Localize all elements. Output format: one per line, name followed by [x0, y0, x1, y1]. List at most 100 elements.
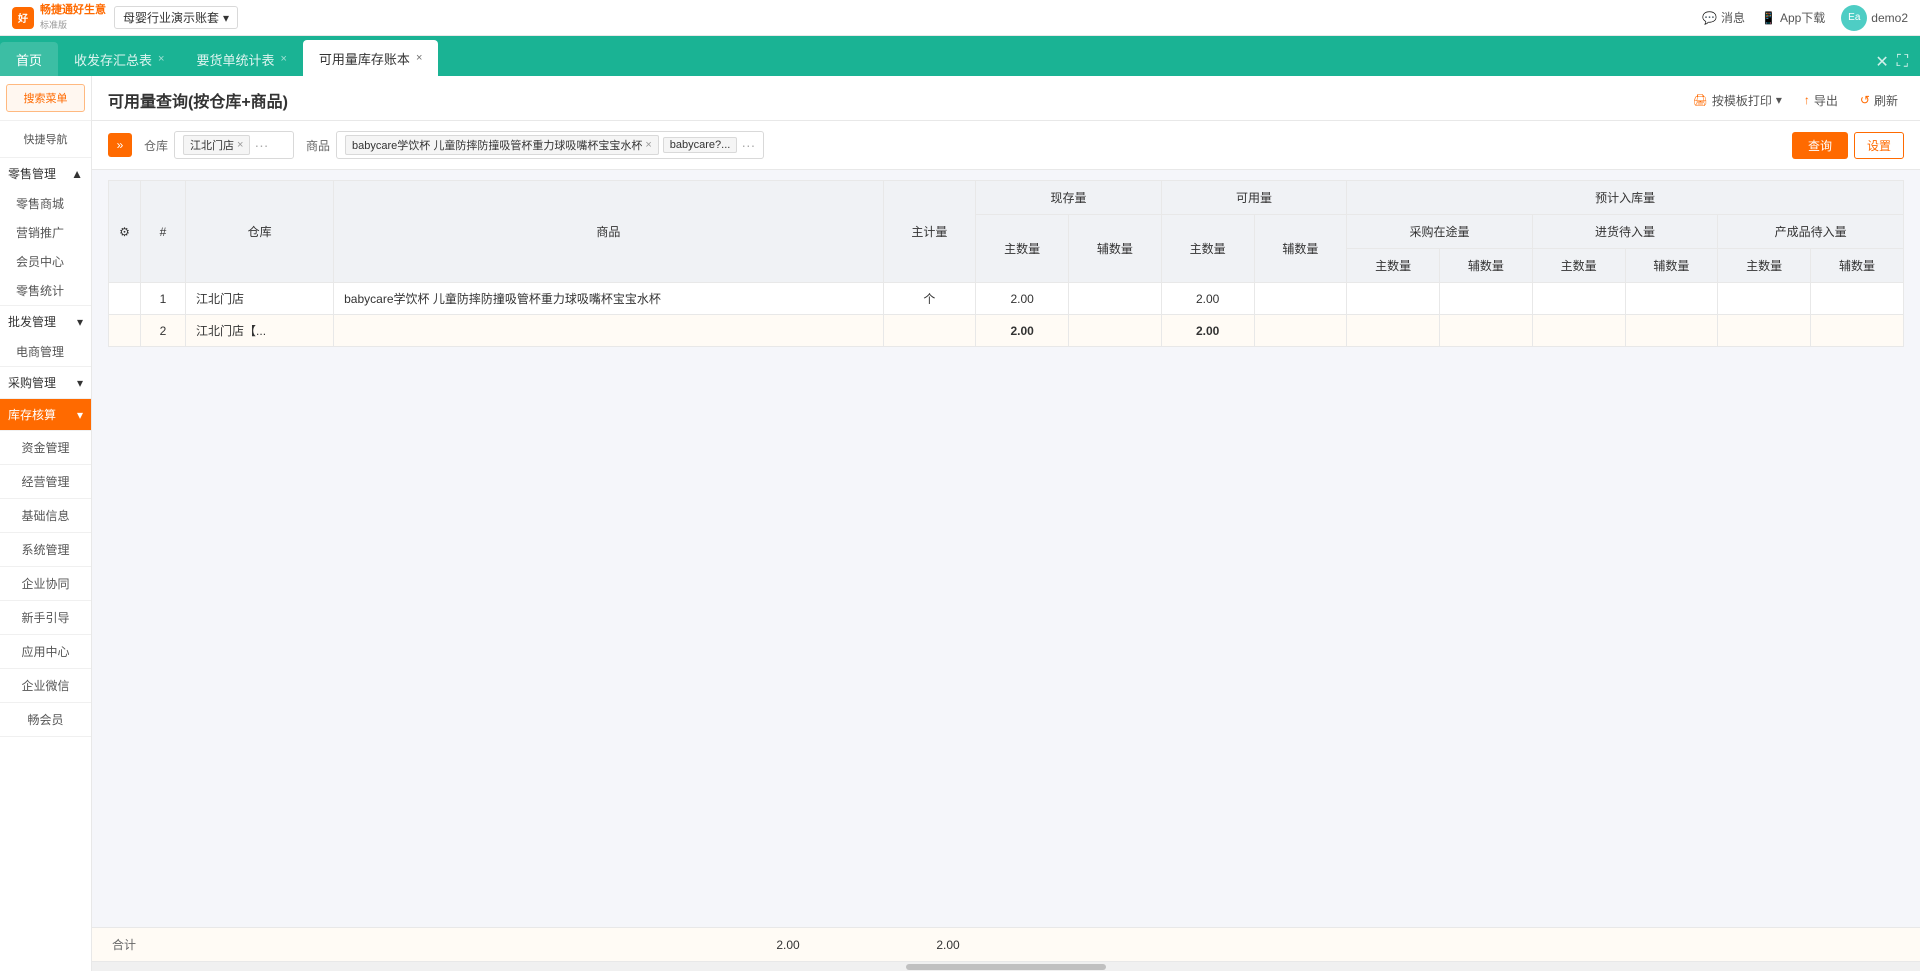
sidebar-quick-nav: 快捷导航	[0, 121, 91, 158]
tab-collect-close[interactable]: ×	[158, 53, 164, 65]
refresh-label: 刷新	[1874, 92, 1898, 109]
table-row: 2 江北门店【... 2.00 2.00	[109, 315, 1904, 347]
sidebar-item-wechat[interactable]: 企业微信	[0, 669, 91, 703]
inventory-label: 库存核算	[8, 406, 56, 423]
filter-warehouse-dots[interactable]: ···	[254, 137, 268, 153]
settings-btn[interactable]: 设置	[1854, 132, 1904, 159]
filter-product-tag2-text: babycare?...	[670, 139, 731, 151]
sidebar-item-enterprise[interactable]: 企业协同	[0, 567, 91, 601]
message-icon: 💬	[1702, 11, 1717, 25]
cell-seq-1: 1	[141, 283, 186, 315]
sidebar-item-retail-mall[interactable]: 零售商城	[0, 189, 91, 218]
scroll-thumb[interactable]	[906, 964, 1106, 970]
sidebar-section-wholesale-header[interactable]: 批发管理 ▾	[0, 306, 91, 337]
retail-label: 零售管理	[8, 165, 56, 182]
user-area[interactable]: Ea demo2	[1841, 5, 1908, 31]
sidebar-section-inventory-header[interactable]: 库存核算 ▾	[0, 399, 91, 430]
table-row: 1 江北门店 babycare学饮杯 儿童防摔防撞吸管杯重力球吸嘴杯宝宝水杯 个…	[109, 283, 1904, 315]
cell-unit-2	[883, 315, 976, 347]
tab-available-close[interactable]: ×	[416, 52, 422, 64]
mobile-icon: 📱	[1761, 11, 1776, 25]
sidebar: 搜索菜单 快捷导航 零售管理 ▲ 零售商城 营销推广 会员中心 零售统计 批发管…	[0, 76, 92, 971]
sidebar-item-ops[interactable]: 经营管理	[0, 465, 91, 499]
cell-settings-2	[109, 315, 141, 347]
table-scroll-bar	[92, 961, 1920, 971]
table-area: ⚙ # 仓库 商品 主计量 现存量 可用量 预计入库量 主数量 辅数量 主数量	[92, 170, 1920, 927]
footer-avail-main: 2.00	[908, 938, 988, 952]
cell-warehouse-2: 江北门店【...	[186, 315, 334, 347]
breadcrumb-text: 母婴行业演示账套	[123, 9, 219, 26]
print-btn[interactable]: 🖨 按模板打印 ▾	[1687, 89, 1788, 112]
breadcrumb-select[interactable]: 母婴行业演示账套 ▾	[114, 6, 238, 29]
filter-warehouse-input[interactable]: 江北门店 × ···	[174, 131, 294, 159]
close-window-icon[interactable]: ✕	[1875, 52, 1888, 72]
filter-product-tag1-close[interactable]: ×	[645, 139, 651, 151]
th-settings[interactable]: ⚙	[109, 181, 141, 283]
sidebar-item-finance[interactable]: 资金管理	[0, 431, 91, 465]
sidebar-item-vip[interactable]: 畅会员	[0, 703, 91, 737]
cell-production-sub-1	[1811, 283, 1904, 315]
app-download-label: App下载	[1780, 9, 1825, 26]
chevron-down-icon2: ▾	[77, 376, 83, 390]
tab-available[interactable]: 可用量库存账本 ×	[303, 40, 438, 76]
sidebar-section-retail: 零售管理 ▲ 零售商城 营销推广 会员中心 零售统计	[0, 158, 91, 306]
th-seq: #	[141, 181, 186, 283]
cell-unit-1: 个	[883, 283, 976, 315]
export-btn[interactable]: ↑ 导出	[1798, 89, 1844, 112]
print-icon: 🖨	[1693, 93, 1708, 107]
th-incoming-main: 主数量	[1532, 249, 1625, 283]
sidebar-item-retail-stat[interactable]: 零售统计	[0, 276, 91, 305]
sidebar-item-member[interactable]: 会员中心	[0, 247, 91, 276]
sidebar-item-appstore[interactable]: 应用中心	[0, 635, 91, 669]
sidebar-item-marketing[interactable]: 营销推广	[0, 218, 91, 247]
sidebar-section-retail-header[interactable]: 零售管理 ▲	[0, 158, 91, 189]
top-bar-left: 好 畅捷通好生意 标准版 母婴行业演示账套 ▾	[12, 4, 238, 30]
th-avail-sub: 辅数量	[1254, 215, 1347, 283]
cell-incoming-main-2	[1532, 315, 1625, 347]
refresh-btn[interactable]: ↺ 刷新	[1854, 89, 1904, 112]
content-area: 可用量查询(按仓库+商品) 🖨 按模板打印 ▾ ↑ 导出 ↺ 刷新 »	[92, 76, 1920, 971]
tab-order-stat-close[interactable]: ×	[280, 53, 286, 65]
footer-label: 合计	[108, 936, 188, 953]
sidebar-item-newbie[interactable]: 新手引导	[0, 601, 91, 635]
filter-product-input[interactable]: babycare学饮杯 儿童防摔防撞吸管杯重力球吸嘴杯宝宝水杯 × babyca…	[336, 131, 764, 159]
logo-text-area: 畅捷通好生意 标准版	[40, 4, 106, 30]
th-available-group: 可用量	[1161, 181, 1347, 215]
th-stock-group: 现存量	[976, 181, 1162, 215]
tab-order-stat[interactable]: 要货单统计表 ×	[180, 42, 302, 76]
top-bar-right: 💬 消息 📱 App下载 Ea demo2	[1702, 5, 1908, 31]
filter-warehouse-tag-close[interactable]: ×	[237, 139, 243, 151]
tab-collect[interactable]: 收发存汇总表 ×	[58, 42, 180, 76]
logo-area: 好 畅捷通好生意 标准版	[12, 4, 106, 30]
cell-purchase-in-sub-2	[1440, 315, 1533, 347]
sidebar-section-purchase-header[interactable]: 采购管理 ▾	[0, 367, 91, 398]
cell-stock-main-2: 2.00	[976, 315, 1069, 347]
sidebar-item-quick-nav[interactable]: 快捷导航	[0, 125, 91, 153]
filter-product-dots[interactable]: ···	[741, 137, 755, 153]
cell-seq-2: 2	[141, 315, 186, 347]
th-unit: 主计量	[883, 181, 976, 283]
filter-bar: » 仓库 江北门店 × ··· 商品 babycare学饮杯 儿童防摔防撞吸管杯…	[92, 121, 1920, 170]
table-footer: 合计 2.00 2.00	[92, 927, 1920, 961]
cell-purchase-in-main-2	[1347, 315, 1440, 347]
sidebar-item-system[interactable]: 系统管理	[0, 533, 91, 567]
message-btn[interactable]: 💬 消息	[1702, 9, 1745, 26]
logo-icon: 好	[12, 7, 34, 29]
sidebar-item-base[interactable]: 基础信息	[0, 499, 91, 533]
filter-expand-btn[interactable]: »	[108, 133, 132, 157]
th-incoming-sub: 辅数量	[1625, 249, 1718, 283]
search-menu-btn[interactable]: 搜索菜单	[6, 84, 85, 112]
chevron-down-icon: ▾	[77, 315, 83, 329]
cell-settings-1	[109, 283, 141, 315]
data-table: ⚙ # 仓库 商品 主计量 现存量 可用量 预计入库量 主数量 辅数量 主数量	[108, 180, 1904, 347]
filter-product-tag1-text: babycare学饮杯 儿童防摔防撞吸管杯重力球吸嘴杯宝宝水杯	[352, 137, 642, 153]
app-download-btn[interactable]: 📱 App下载	[1761, 9, 1825, 26]
chevron-down-icon3: ▾	[77, 408, 83, 422]
filter-product-tag2: babycare?...	[663, 137, 738, 153]
message-label: 消息	[1721, 9, 1745, 26]
tab-home[interactable]: 首页	[0, 42, 58, 76]
sidebar-item-ecommerce[interactable]: 电商管理	[0, 337, 91, 366]
maximize-icon[interactable]: ⛶	[1897, 53, 1908, 71]
query-btn[interactable]: 查询	[1792, 132, 1848, 159]
export-icon: ↑	[1804, 93, 1810, 107]
